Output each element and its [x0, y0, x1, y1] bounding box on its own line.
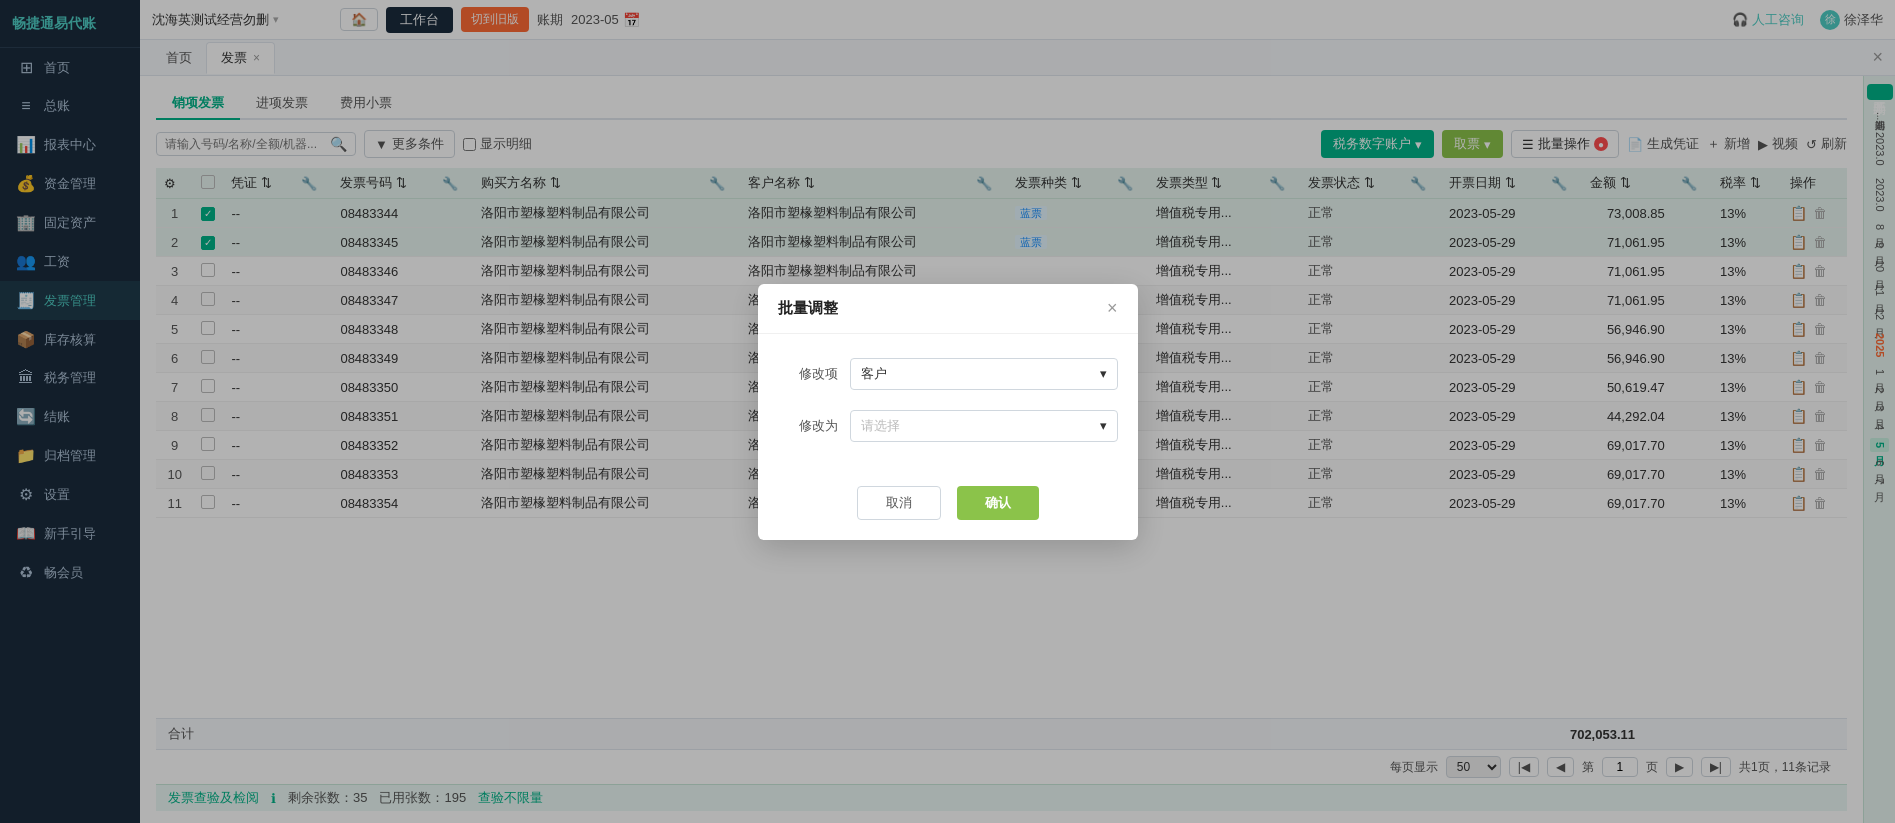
modal-header: 批量调整 ×: [758, 284, 1138, 334]
modify-to-select[interactable]: 请选择 ▾: [850, 410, 1118, 442]
dropdown-chevron-icon: ▾: [1100, 366, 1107, 381]
dropdown-chevron-icon2: ▾: [1100, 418, 1107, 433]
modify-to-placeholder: 请选择: [861, 417, 900, 435]
modify-item-label: 修改项: [778, 365, 838, 383]
modify-item-value: 客户: [861, 365, 887, 383]
modify-item-row: 修改项 客户 ▾: [778, 358, 1118, 390]
modify-to-row: 修改为 请选择 ▾: [778, 410, 1118, 442]
modal-close-button[interactable]: ×: [1107, 298, 1118, 319]
modal-body: 修改项 客户 ▾ 修改为 请选择 ▾: [758, 334, 1138, 486]
confirm-button[interactable]: 确认: [957, 486, 1039, 520]
modal-footer: 取消 确认: [758, 486, 1138, 540]
modify-item-select[interactable]: 客户 ▾: [850, 358, 1118, 390]
batch-adjust-modal: 批量调整 × 修改项 客户 ▾ 修改为 请选择 ▾ 取消 确认: [758, 284, 1138, 540]
modify-to-label: 修改为: [778, 417, 838, 435]
modal-title: 批量调整: [778, 299, 838, 318]
cancel-button[interactable]: 取消: [857, 486, 941, 520]
modal-overlay: 批量调整 × 修改项 客户 ▾ 修改为 请选择 ▾ 取消 确认: [0, 0, 1895, 823]
